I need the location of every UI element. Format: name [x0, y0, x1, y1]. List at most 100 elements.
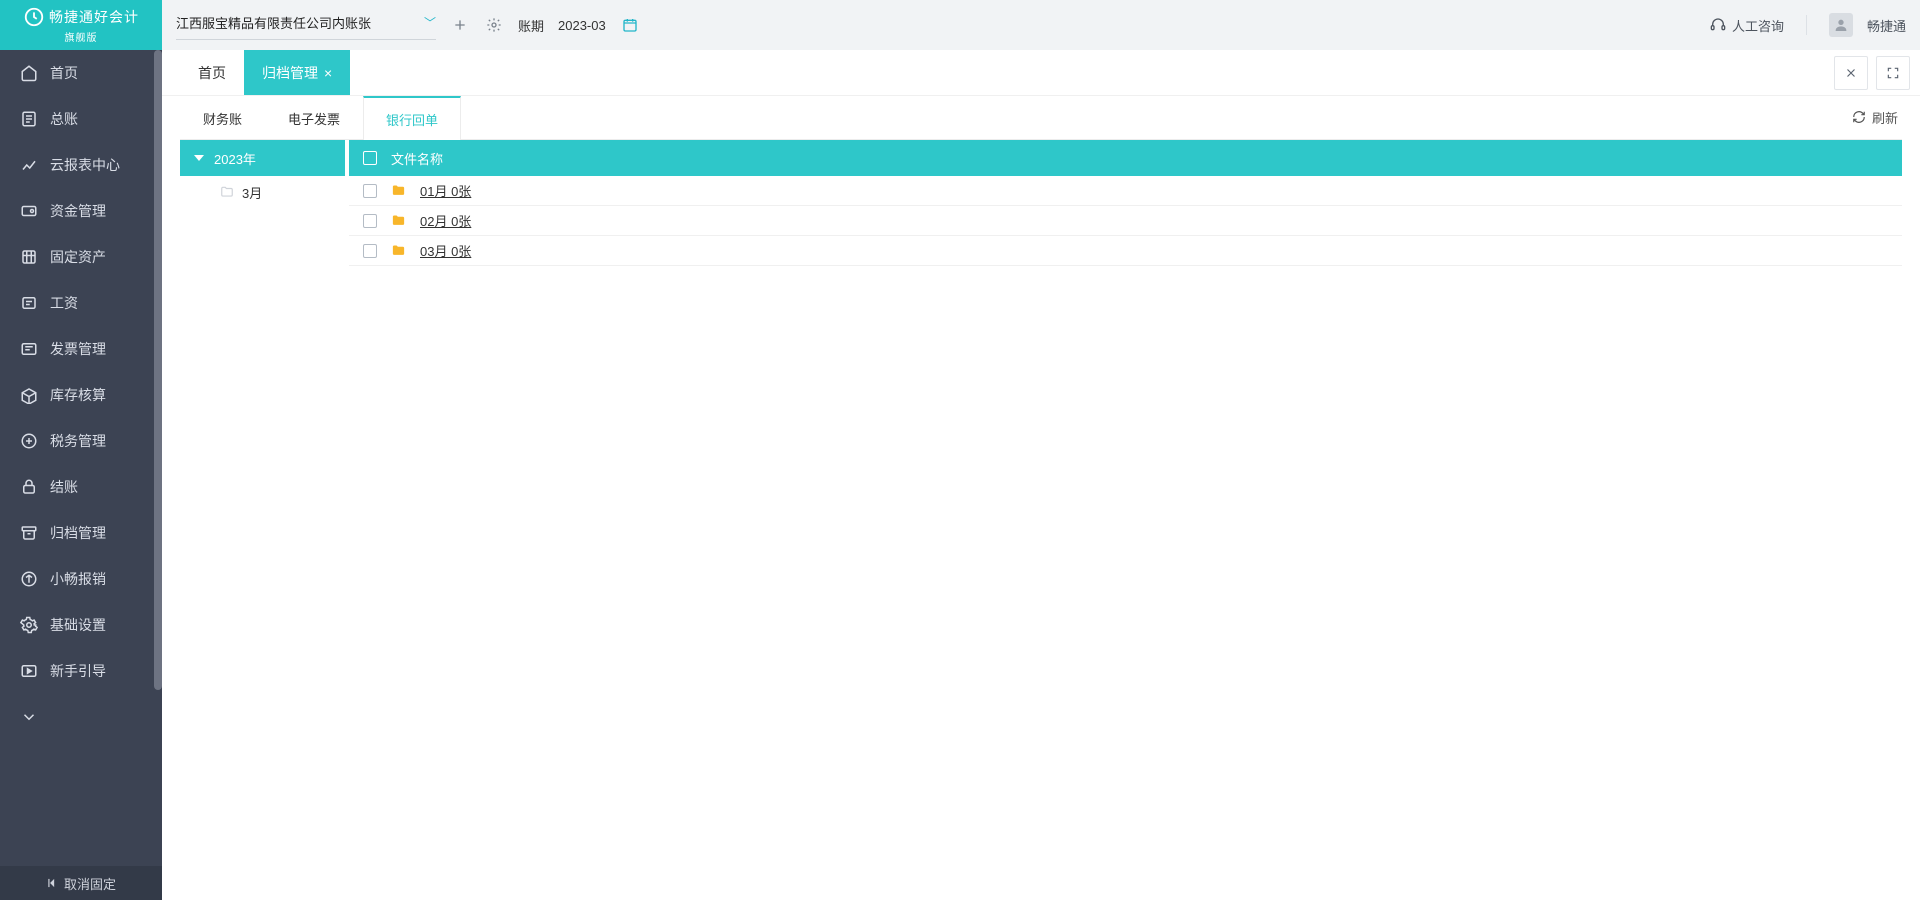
close-all-button[interactable]: [1834, 56, 1868, 90]
add-button[interactable]: [450, 15, 470, 35]
sidebar-item-expense[interactable]: 小畅报销: [0, 556, 162, 602]
subtab-label: 电子发票: [288, 109, 340, 128]
file-link[interactable]: 03月 0张: [420, 241, 471, 260]
row-checkbox[interactable]: [363, 244, 377, 258]
brand-name: 畅捷通好会计: [49, 7, 139, 27]
select-all-checkbox[interactable]: [363, 151, 377, 165]
sidebar-footer-label: 取消固定: [64, 874, 116, 893]
tree-year-node[interactable]: 2023年: [180, 140, 345, 176]
sidebar-item-tax[interactable]: 税务管理: [0, 418, 162, 464]
sidebar-item-label: 结账: [50, 477, 78, 497]
folder-icon: [220, 185, 234, 199]
close-icon[interactable]: ×: [324, 65, 332, 81]
row-checkbox[interactable]: [363, 214, 377, 228]
period-value[interactable]: 2023-03: [558, 18, 606, 33]
sidebar-item-label: 小畅报销: [50, 569, 106, 589]
salary-icon: [20, 294, 38, 312]
sidebar-item-label: 工资: [50, 293, 78, 313]
chart-icon: [20, 156, 38, 174]
gear-icon: [20, 616, 38, 634]
sidebar-item-invoice[interactable]: 发票管理: [0, 326, 162, 372]
subtab-label: 财务账: [203, 109, 242, 128]
divider: [1806, 15, 1807, 35]
calendar-icon[interactable]: [620, 15, 640, 35]
main: 江西服宝精品有限责任公司内账张 ﹀ 账期 2023-03 人工咨询 畅捷通 首页…: [162, 0, 1920, 900]
sidebar-item-label: 固定资产: [50, 247, 106, 267]
subtab-finance[interactable]: 财务账: [180, 96, 265, 140]
sidebar-item-funds[interactable]: 资金管理: [0, 188, 162, 234]
tab-label: 首页: [198, 63, 226, 83]
tab-archive[interactable]: 归档管理×: [244, 50, 350, 95]
sidebar-item-label: 首页: [50, 63, 78, 83]
sidebar-item-salary[interactable]: 工资: [0, 280, 162, 326]
grid-row: 03月 0张: [349, 236, 1902, 266]
brand-block: 畅捷通好会计 旗舰版: [0, 0, 162, 50]
file-link[interactable]: 02月 0张: [420, 211, 471, 230]
sidebar-item-fixed-assets[interactable]: 固定资产: [0, 234, 162, 280]
file-link[interactable]: 01月 0张: [420, 181, 471, 200]
brand-logo-icon: [23, 6, 45, 28]
home-icon: [20, 64, 38, 82]
tax-icon: [20, 432, 38, 450]
refresh-button[interactable]: 刷新: [1852, 95, 1902, 139]
headset-icon: [1710, 17, 1726, 33]
caret-down-icon: [194, 155, 204, 161]
file-grid: 文件名称 01月 0张 02月 0张 0: [349, 140, 1902, 882]
subtab-label: 银行回单: [386, 110, 438, 129]
sidebar-item-archive[interactable]: 归档管理: [0, 510, 162, 556]
sidebar-item-more[interactable]: [0, 694, 162, 740]
sidebar-item-inventory[interactable]: 库存核算: [0, 372, 162, 418]
subtab-bank-receipt[interactable]: 银行回单: [363, 96, 461, 140]
content: 财务账 电子发票 银行回单 刷新 2023年 3月: [162, 96, 1920, 900]
inventory-icon: [20, 386, 38, 404]
subtabs: 财务账 电子发票 银行回单 刷新: [180, 96, 1902, 140]
refresh-icon: [1852, 110, 1866, 124]
sidebar-item-closing[interactable]: 结账: [0, 464, 162, 510]
sidebar-item-label: 新手引导: [50, 661, 106, 681]
tab-home[interactable]: 首页: [180, 50, 244, 95]
sidebar-item-label: 发票管理: [50, 339, 106, 359]
folder-tree: 2023年 3月: [180, 140, 345, 882]
ledger-icon: [20, 110, 38, 128]
refresh-label: 刷新: [1872, 108, 1898, 127]
period-label: 账期: [518, 16, 544, 35]
tree-month-node[interactable]: 3月: [180, 176, 345, 208]
topbar: 江西服宝精品有限责任公司内账张 ﹀ 账期 2023-03 人工咨询 畅捷通: [162, 0, 1920, 50]
tree-month-label: 3月: [242, 183, 262, 202]
unpin-icon: [46, 876, 60, 890]
nav: 首页 总账 云报表中心 资金管理 固定资产 工资 发票管理 库存核算 税务管理 …: [0, 50, 162, 866]
fullscreen-button[interactable]: [1876, 56, 1910, 90]
chevron-down-icon: ﹀: [424, 14, 436, 31]
expense-icon: [20, 570, 38, 588]
tree-year-label: 2023年: [214, 149, 256, 168]
support-label: 人工咨询: [1732, 16, 1784, 35]
wallet-icon: [20, 202, 38, 220]
grid-header: 文件名称: [349, 140, 1902, 176]
folder-icon: [391, 213, 406, 228]
avatar[interactable]: [1829, 13, 1853, 37]
sidebar-item-label: 基础设置: [50, 615, 106, 635]
folder-icon: [391, 243, 406, 258]
sidebar-item-guide[interactable]: 新手引导: [0, 648, 162, 694]
sidebar: 畅捷通好会计 旗舰版 首页 总账 云报表中心 资金管理 固定资产 工资 发票管理…: [0, 0, 162, 900]
support-link[interactable]: 人工咨询: [1710, 16, 1784, 35]
sidebar-item-label: 资金管理: [50, 201, 106, 221]
folder-icon: [391, 183, 406, 198]
sidebar-scrollbar[interactable]: [154, 50, 162, 866]
sidebar-item-report[interactable]: 云报表中心: [0, 142, 162, 188]
settings-button[interactable]: [484, 15, 504, 35]
sidebar-unpin[interactable]: 取消固定: [0, 866, 162, 900]
sidebar-item-ledger[interactable]: 总账: [0, 96, 162, 142]
sidebar-item-label: 库存核算: [50, 385, 106, 405]
sidebar-item-home[interactable]: 首页: [0, 50, 162, 96]
username[interactable]: 畅捷通: [1867, 16, 1906, 35]
lock-icon: [20, 478, 38, 496]
more-icon: [20, 708, 38, 726]
row-checkbox[interactable]: [363, 184, 377, 198]
play-icon: [20, 662, 38, 680]
sidebar-item-settings[interactable]: 基础设置: [0, 602, 162, 648]
subtab-einvoice[interactable]: 电子发票: [265, 96, 363, 140]
invoice-icon: [20, 340, 38, 358]
grid-row: 02月 0张: [349, 206, 1902, 236]
company-selector[interactable]: 江西服宝精品有限责任公司内账张 ﹀: [176, 10, 436, 40]
